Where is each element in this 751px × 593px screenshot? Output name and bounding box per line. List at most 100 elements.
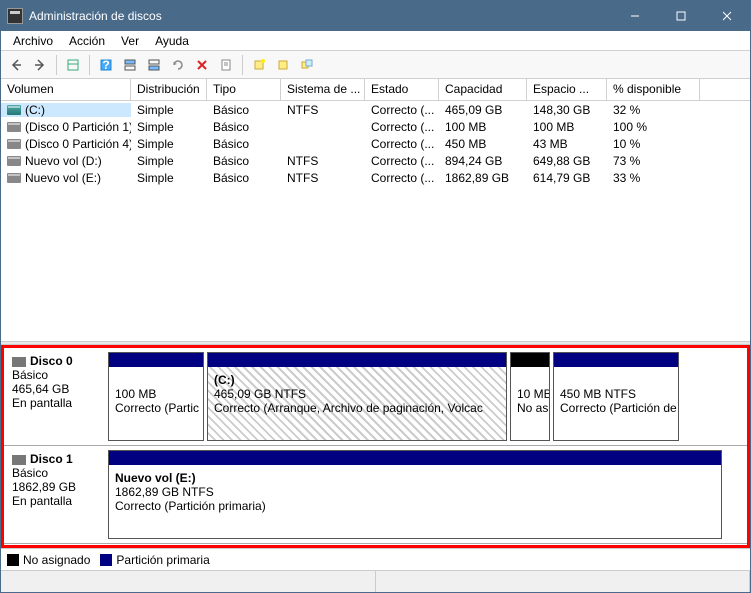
cell: Básico [207,137,281,151]
cell: 465,09 GB [439,103,527,117]
col-tipo[interactable]: Tipo [207,79,281,100]
swatch-primaria [100,554,112,566]
cell: (Disco 0 Partición 1) [1,120,131,134]
status-cell [1,571,376,592]
cell: Correcto (... [365,154,439,168]
partition-body: 450 MB NTFSCorrecto (Partición de [554,367,678,440]
cell: Correcto (... [365,137,439,151]
menu-ayuda[interactable]: Ayuda [147,32,197,50]
col-capacidad[interactable]: Capacidad [439,79,527,100]
partition-body: (C:)465,09 GB NTFSCorrecto (Arranque, Ar… [208,367,506,440]
action2-button[interactable] [296,54,318,76]
column-headers: Volumen Distribución Tipo Sistema de ...… [1,79,750,101]
cell: 73 % [607,154,700,168]
menu-archivo[interactable]: Archivo [5,32,61,50]
partition-header [109,451,721,465]
partition[interactable]: 100 MBCorrecto (Partic [108,352,204,441]
cell: 10 % [607,137,700,151]
window-title: Administración de discos [29,9,612,23]
disk-icon [12,357,26,367]
disk-label: Disco 1Básico1862,89 GBEn pantalla [4,446,104,543]
toolbar-separator [89,55,90,75]
volume-list[interactable]: (C:)SimpleBásicoNTFSCorrecto (...465,09 … [1,101,750,341]
cell: 100 % [607,120,700,134]
view-top-button[interactable] [119,54,141,76]
window: Administración de discos Archivo Acción … [0,0,751,593]
cell: 148,30 GB [527,103,607,117]
col-sistema[interactable]: Sistema de ... [281,79,365,100]
cell: NTFS [281,103,365,117]
col-pct[interactable]: % disponible [607,79,700,100]
maximize-button[interactable] [658,1,704,31]
titlebar: Administración de discos [1,1,750,31]
volume-icon [7,122,21,132]
partition-body: 10 MBNo asig [511,367,549,440]
statusbar [1,570,750,592]
cell: Correcto (... [365,103,439,117]
col-distribucion[interactable]: Distribución [131,79,207,100]
cell: Básico [207,120,281,134]
toolbar-separator [242,55,243,75]
view-list-button[interactable] [62,54,84,76]
cell: 614,79 GB [527,171,607,185]
partition[interactable]: (C:)465,09 GB NTFSCorrecto (Arranque, Ar… [207,352,507,441]
volume-row[interactable]: Nuevo vol (D:)SimpleBásicoNTFSCorrecto (… [1,152,750,169]
cell: Simple [131,154,207,168]
action1-button[interactable] [272,54,294,76]
cell: 649,88 GB [527,154,607,168]
cell: Básico [207,171,281,185]
legend-item-noasignado: No asignado [7,553,90,567]
new-button[interactable] [248,54,270,76]
cell: Simple [131,137,207,151]
svg-text:?: ? [102,58,109,72]
toolbar-separator [56,55,57,75]
partition-body: Nuevo vol (E:)1862,89 GB NTFSCorrecto (P… [109,465,721,538]
volume-icon [7,105,21,115]
cell: NTFS [281,171,365,185]
cell: NTFS [281,154,365,168]
col-estado[interactable]: Estado [365,79,439,100]
col-volumen[interactable]: Volumen [1,79,131,100]
partition-header [511,353,549,367]
toolbar: ? [1,51,750,79]
view-bottom-button[interactable] [143,54,165,76]
properties-button[interactable] [215,54,237,76]
partition[interactable]: Nuevo vol (E:)1862,89 GB NTFSCorrecto (P… [108,450,722,539]
cell: Simple [131,103,207,117]
partition-header [554,353,678,367]
volume-icon [7,173,21,183]
disk-row: Disco 0Básico465,64 GBEn pantalla100 MBC… [4,348,747,446]
forward-button[interactable] [29,54,51,76]
refresh-button[interactable] [167,54,189,76]
volume-row[interactable]: Nuevo vol (E:)SimpleBásicoNTFSCorrecto (… [1,169,750,186]
back-button[interactable] [5,54,27,76]
disk-partitions: 100 MBCorrecto (Partic(C:)465,09 GB NTFS… [104,348,747,445]
minimize-button[interactable] [612,1,658,31]
cell: 32 % [607,103,700,117]
app-icon [7,8,23,24]
cell: 894,24 GB [439,154,527,168]
legend-item-primaria: Partición primaria [100,553,209,567]
cell: (C:) [1,103,131,117]
cell: 1862,89 GB [439,171,527,185]
disk-label: Disco 0Básico465,64 GBEn pantalla [4,348,104,445]
partition[interactable]: 450 MB NTFSCorrecto (Partición de [553,352,679,441]
disk-icon [12,455,26,465]
cell: 450 MB [439,137,527,151]
delete-button[interactable] [191,54,213,76]
partition[interactable]: 10 MBNo asig [510,352,550,441]
cell: Básico [207,103,281,117]
cell: Correcto (... [365,171,439,185]
cell: Simple [131,171,207,185]
menu-ver[interactable]: Ver [113,32,147,50]
partition-header [109,353,203,367]
volume-row[interactable]: (Disco 0 Partición 4)SimpleBásicoCorrect… [1,135,750,152]
col-espacio[interactable]: Espacio ... [527,79,607,100]
menu-accion[interactable]: Acción [61,32,113,50]
cell: Nuevo vol (E:) [1,171,131,185]
volume-row[interactable]: (Disco 0 Partición 1)SimpleBásicoCorrect… [1,118,750,135]
help-button[interactable]: ? [95,54,117,76]
volume-row[interactable]: (C:)SimpleBásicoNTFSCorrecto (...465,09 … [1,101,750,118]
cell: 43 MB [527,137,607,151]
close-button[interactable] [704,1,750,31]
